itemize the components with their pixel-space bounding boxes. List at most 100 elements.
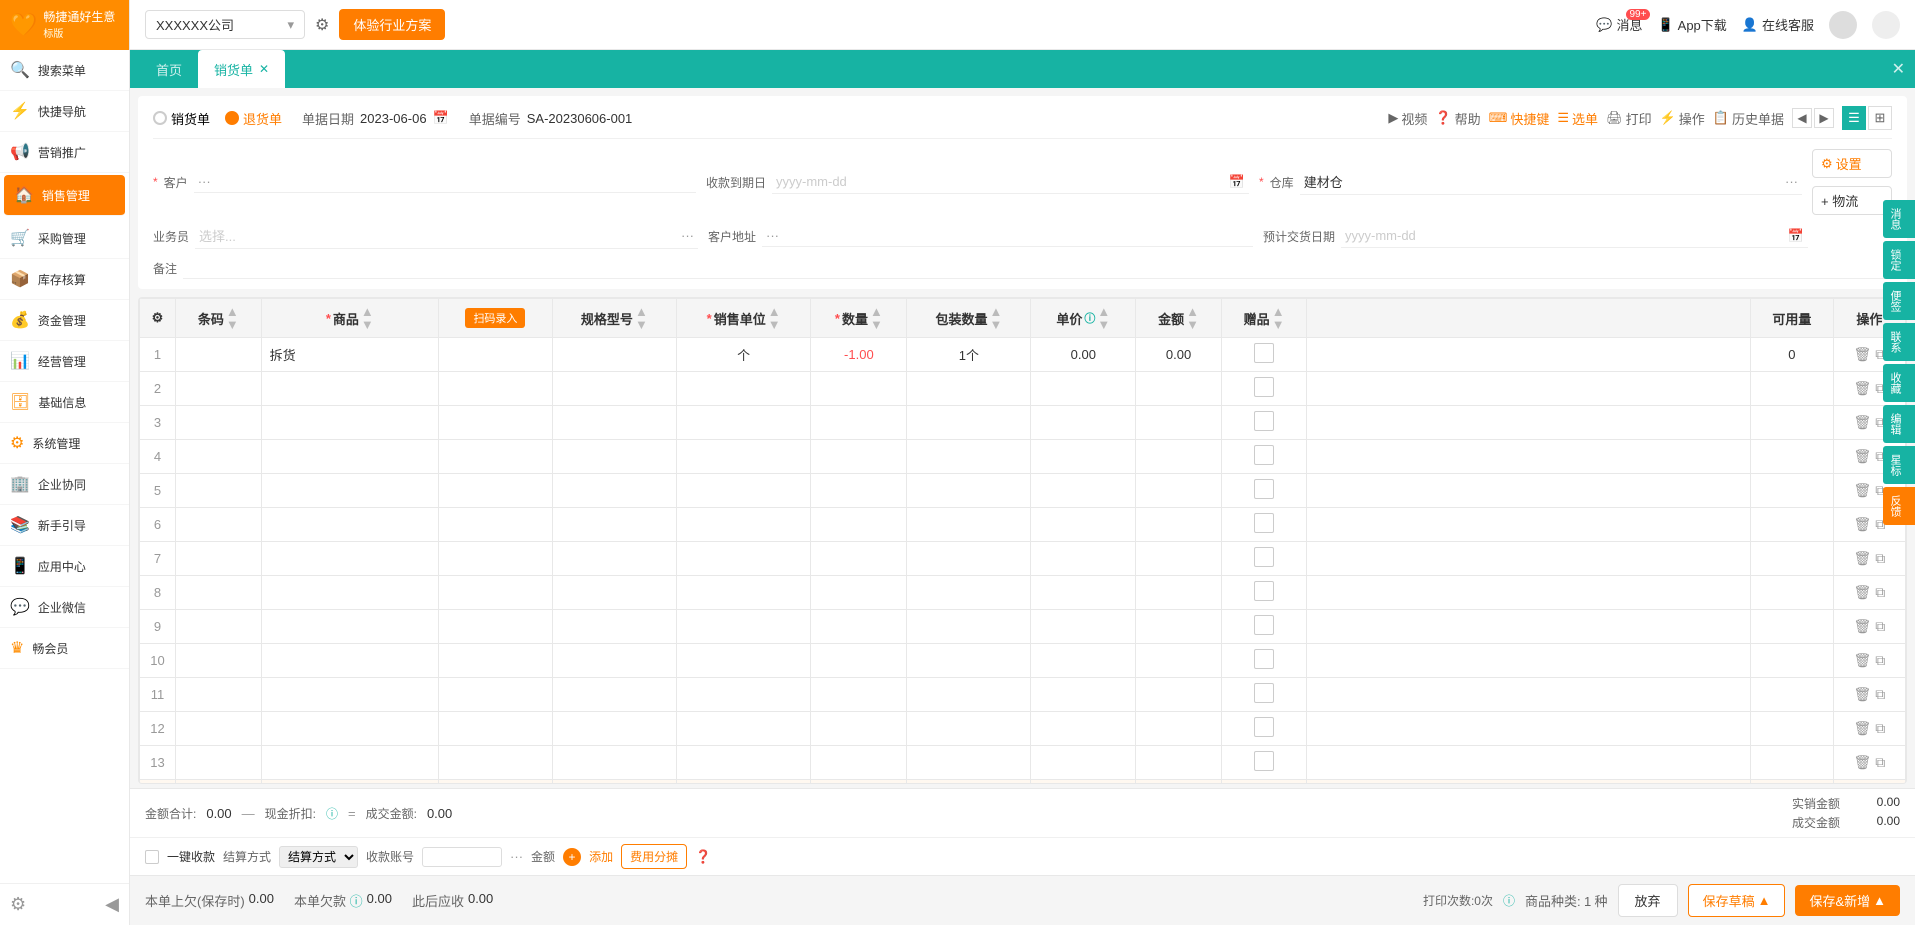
copy-icon-6[interactable]: ⧉ bbox=[1875, 550, 1885, 567]
gift-checkbox-12[interactable] bbox=[1254, 751, 1274, 771]
row-amount-9[interactable] bbox=[1136, 644, 1222, 678]
row-amount-10[interactable] bbox=[1136, 678, 1222, 712]
gift-checkbox-0[interactable] bbox=[1254, 343, 1274, 363]
delete-icon-5[interactable]: 🗑 bbox=[1854, 516, 1872, 533]
sidebar-item-1[interactable]: ⚡快捷导航 bbox=[0, 91, 129, 132]
row-pkg-qty-8[interactable] bbox=[907, 610, 1031, 644]
row-product-0[interactable]: 拆货 bbox=[261, 338, 438, 372]
avatar-2[interactable] bbox=[1872, 11, 1900, 39]
row-product-7[interactable] bbox=[261, 576, 438, 610]
row-unit-9[interactable] bbox=[676, 644, 810, 678]
row-product-1[interactable] bbox=[261, 372, 438, 406]
row-gift-12[interactable] bbox=[1221, 746, 1307, 780]
row-unit-1[interactable] bbox=[676, 372, 810, 406]
row-product-3[interactable] bbox=[261, 440, 438, 474]
row-price-4[interactable] bbox=[1031, 474, 1136, 508]
row-pkg-qty-5[interactable] bbox=[907, 508, 1031, 542]
copy-icon-11[interactable]: ⧉ bbox=[1875, 720, 1885, 737]
row-product-9[interactable] bbox=[261, 644, 438, 678]
row-qty-1[interactable] bbox=[811, 372, 907, 406]
save-new-button[interactable]: 保存&新增 ▲ bbox=[1795, 885, 1900, 916]
row-amount-6[interactable] bbox=[1136, 542, 1222, 576]
row-spec-7[interactable] bbox=[552, 576, 676, 610]
tab-home[interactable]: 首页 bbox=[140, 50, 198, 88]
float-btn-2[interactable]: 锁定 bbox=[1883, 241, 1915, 279]
row-gift-5[interactable] bbox=[1221, 508, 1307, 542]
sidebar-item-2[interactable]: 📢营销推广 bbox=[0, 132, 129, 173]
row-pkg-qty-2[interactable] bbox=[907, 406, 1031, 440]
row-unit-3[interactable] bbox=[676, 440, 810, 474]
sidebar-item-13[interactable]: 💬企业微信 bbox=[0, 587, 129, 628]
row-barcode-2[interactable] bbox=[176, 406, 262, 440]
operate-btn[interactable]: ⚡ 操作 bbox=[1660, 109, 1705, 128]
delete-icon-8[interactable]: 🗑 bbox=[1854, 618, 1872, 635]
row-product-4[interactable] bbox=[261, 474, 438, 508]
calendar-icon-2[interactable]: 📅 bbox=[1229, 174, 1245, 190]
row-gift-8[interactable] bbox=[1221, 610, 1307, 644]
row-amount-5[interactable] bbox=[1136, 508, 1222, 542]
row-barcode-1[interactable] bbox=[176, 372, 262, 406]
row-unit-10[interactable] bbox=[676, 678, 810, 712]
row-amount-3[interactable] bbox=[1136, 440, 1222, 474]
row-pkg-qty-10[interactable] bbox=[907, 678, 1031, 712]
delete-icon-11[interactable]: 🗑 bbox=[1854, 720, 1872, 737]
row-spec-11[interactable] bbox=[552, 712, 676, 746]
row-unit-6[interactable] bbox=[676, 542, 810, 576]
settings-button[interactable]: ⚙ 设置 bbox=[1812, 149, 1892, 178]
row-amount-12[interactable] bbox=[1136, 746, 1222, 780]
sidebar-item-4[interactable]: 🛒采购管理 bbox=[0, 218, 129, 259]
customer-addr-input[interactable]: ··· bbox=[762, 225, 1253, 247]
history-btn[interactable]: 📋 历史单据 bbox=[1713, 109, 1784, 128]
row-spec-0[interactable] bbox=[552, 338, 676, 372]
scan-button[interactable]: 扫码录入 bbox=[465, 308, 525, 328]
row-price-1[interactable] bbox=[1031, 372, 1136, 406]
row-price-5[interactable] bbox=[1031, 508, 1136, 542]
gift-checkbox-10[interactable] bbox=[1254, 683, 1274, 703]
copy-icon-10[interactable]: ⧉ bbox=[1875, 686, 1885, 703]
row-barcode-5[interactable] bbox=[176, 508, 262, 542]
gear-icon[interactable]: ⚙ bbox=[315, 15, 329, 35]
row-product-2[interactable] bbox=[261, 406, 438, 440]
avatar[interactable] bbox=[1829, 11, 1857, 39]
row-barcode-8[interactable] bbox=[176, 610, 262, 644]
expected-date-input[interactable]: yyyy-mm-dd 📅 bbox=[1341, 225, 1808, 248]
row-qty-4[interactable] bbox=[811, 474, 907, 508]
row-amount-11[interactable] bbox=[1136, 712, 1222, 746]
sidebar-item-14[interactable]: ♛畅会员 bbox=[0, 628, 129, 669]
float-btn-3[interactable]: 便签 bbox=[1883, 282, 1915, 320]
delete-icon-0[interactable]: 🗑 bbox=[1854, 346, 1872, 363]
row-qty-0[interactable]: -1.00 bbox=[811, 338, 907, 372]
row-gift-4[interactable] bbox=[1221, 474, 1307, 508]
delete-icon-4[interactable]: 🗑 bbox=[1854, 482, 1872, 499]
row-unit-8[interactable] bbox=[676, 610, 810, 644]
row-spec-9[interactable] bbox=[552, 644, 676, 678]
row-qty-9[interactable] bbox=[811, 644, 907, 678]
delete-icon-6[interactable]: 🗑 bbox=[1854, 550, 1872, 567]
float-btn-4[interactable]: 联系 bbox=[1883, 323, 1915, 361]
row-price-10[interactable] bbox=[1031, 678, 1136, 712]
copy-icon-12[interactable]: ⧉ bbox=[1875, 754, 1885, 771]
radio-return-order[interactable]: 退货单 bbox=[225, 109, 282, 128]
float-btn-feedback[interactable]: 反馈 bbox=[1883, 487, 1915, 525]
gift-checkbox-9[interactable] bbox=[1254, 649, 1274, 669]
app-download-button[interactable]: 📱 App下载 bbox=[1657, 15, 1726, 34]
help-btn[interactable]: ❓ 帮助 bbox=[1435, 109, 1480, 128]
copy-icon-8[interactable]: ⧉ bbox=[1875, 618, 1885, 635]
radio-sales-order[interactable]: 销货单 bbox=[153, 109, 210, 128]
row-gift-7[interactable] bbox=[1221, 576, 1307, 610]
row-qty-2[interactable] bbox=[811, 406, 907, 440]
account-input[interactable] bbox=[422, 847, 502, 867]
float-btn-7[interactable]: 星标 bbox=[1883, 446, 1915, 484]
row-gift-2[interactable] bbox=[1221, 406, 1307, 440]
gift-checkbox-3[interactable] bbox=[1254, 445, 1274, 465]
delete-icon-7[interactable]: 🗑 bbox=[1854, 584, 1872, 601]
row-spec-1[interactable] bbox=[552, 372, 676, 406]
sidebar-item-6[interactable]: 💰资金管理 bbox=[0, 300, 129, 341]
gift-checkbox-4[interactable] bbox=[1254, 479, 1274, 499]
row-price-3[interactable] bbox=[1031, 440, 1136, 474]
warehouse-input[interactable]: 建材仓 ··· bbox=[1300, 169, 1802, 195]
row-gift-6[interactable] bbox=[1221, 542, 1307, 576]
row-spec-6[interactable] bbox=[552, 542, 676, 576]
row-product-10[interactable] bbox=[261, 678, 438, 712]
payment-due-input[interactable]: yyyy-mm-dd 📅 bbox=[772, 171, 1249, 194]
